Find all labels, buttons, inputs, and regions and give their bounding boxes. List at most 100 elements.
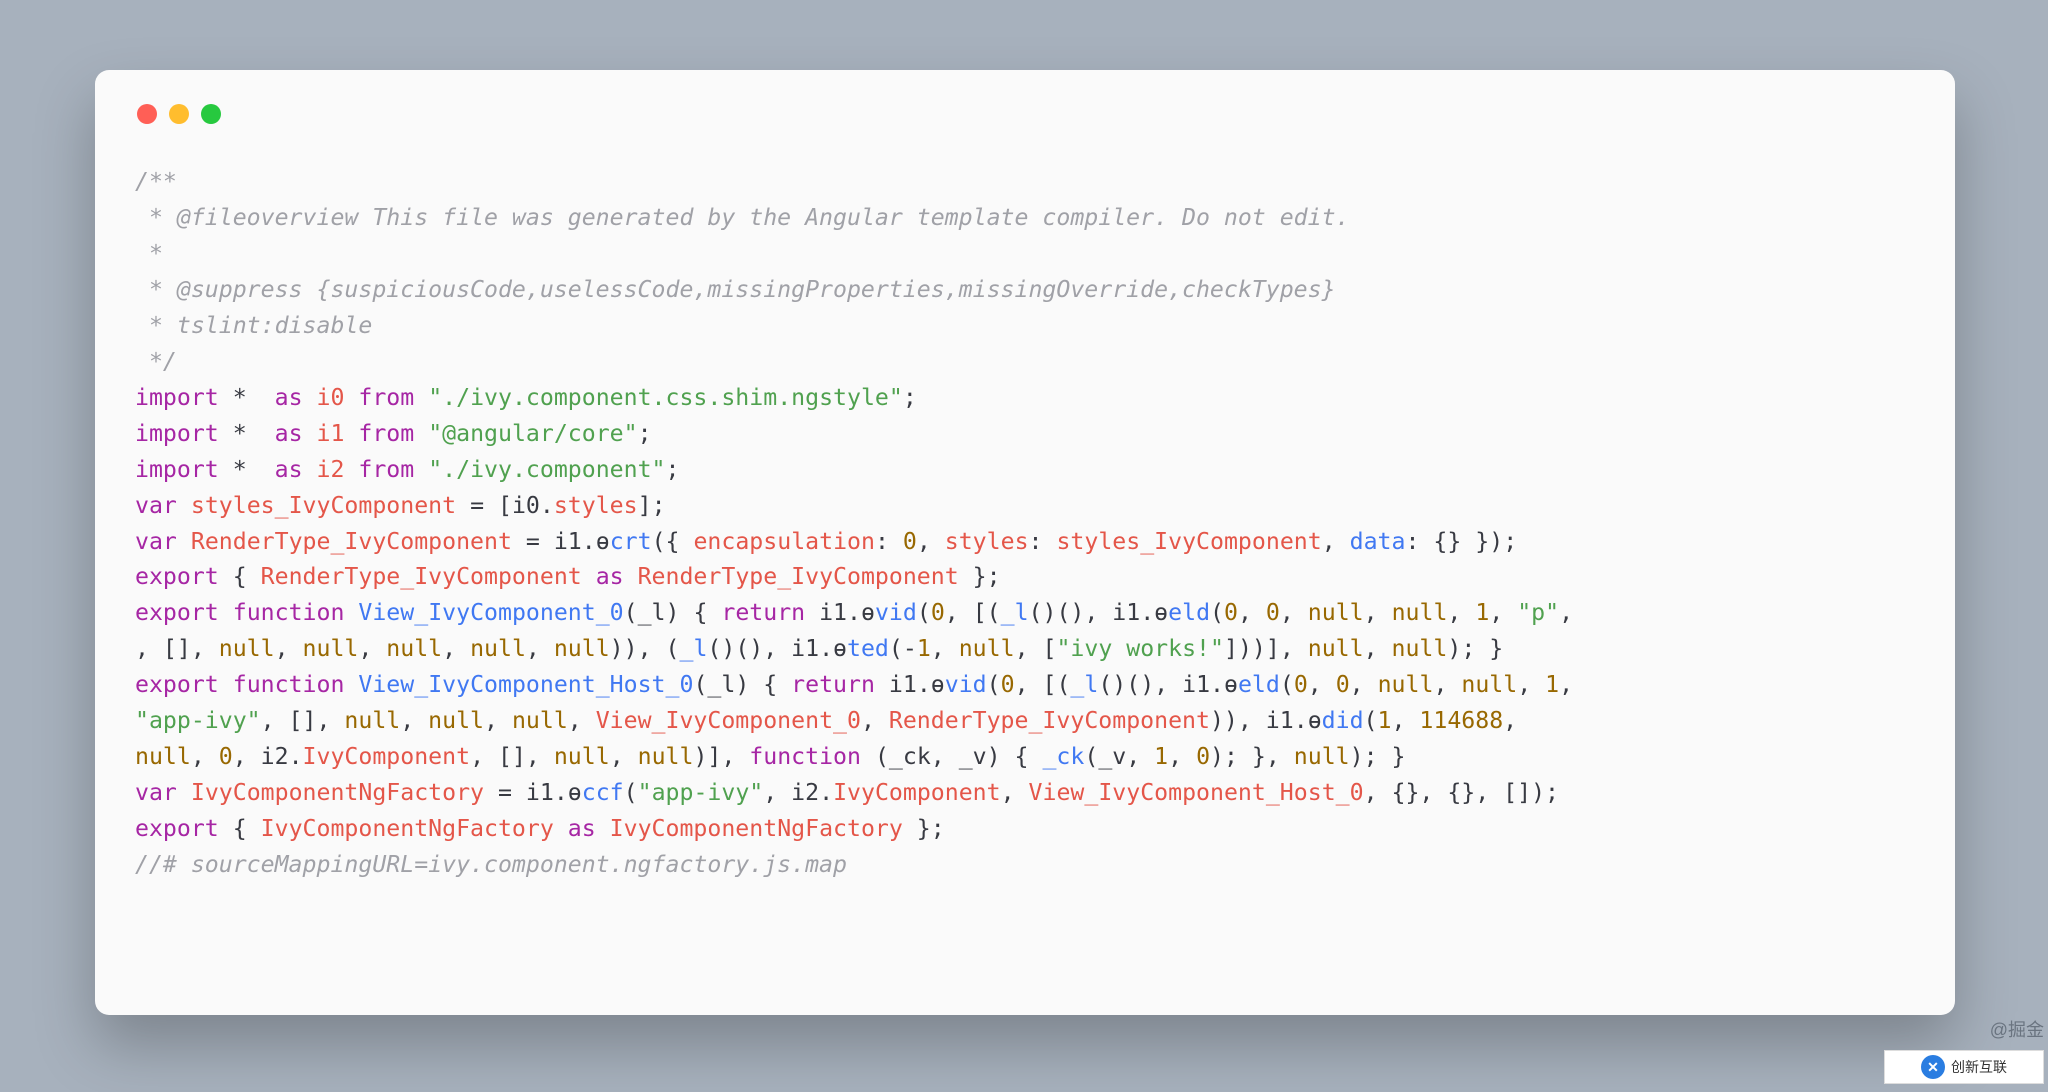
string: "@angular/core" bbox=[428, 420, 637, 447]
minimize-icon[interactable] bbox=[169, 104, 189, 124]
num: 0 bbox=[1196, 743, 1210, 770]
punc: , bbox=[191, 743, 219, 770]
punc: )), ( bbox=[610, 635, 680, 662]
null: null bbox=[1308, 635, 1364, 662]
null: null bbox=[554, 743, 610, 770]
ident: RenderType_IvyComponent bbox=[889, 707, 1210, 734]
punc: ]; bbox=[638, 492, 666, 519]
punc: )), i1.ɵ bbox=[1210, 707, 1322, 734]
punc: ); } bbox=[1447, 635, 1503, 662]
num: 1 bbox=[1154, 743, 1168, 770]
fn: vid bbox=[875, 599, 917, 626]
ident: IvyComponent bbox=[833, 779, 1001, 806]
kw-as: as bbox=[261, 456, 317, 483]
ident: View_IvyComponent_0 bbox=[596, 707, 861, 734]
punc: (_v, bbox=[1084, 743, 1154, 770]
punc: ( bbox=[987, 671, 1001, 698]
punc: , bbox=[442, 635, 470, 662]
star: * bbox=[219, 384, 261, 411]
punc: (_l) { bbox=[624, 599, 722, 626]
watermark-logo-text: 创新互联 bbox=[1951, 1057, 2007, 1077]
num: 0 bbox=[219, 743, 233, 770]
ident: IvyComponentNgFactory bbox=[261, 815, 554, 842]
star: * bbox=[219, 420, 261, 447]
punc: , bbox=[1503, 707, 1531, 734]
null: null bbox=[219, 635, 275, 662]
punc: , bbox=[1350, 671, 1378, 698]
semi: ; bbox=[638, 420, 652, 447]
prop: encapsulation bbox=[693, 528, 874, 555]
ident: RenderType_IvyComponent bbox=[191, 528, 512, 555]
fn: did bbox=[1322, 707, 1364, 734]
close-icon[interactable] bbox=[137, 104, 157, 124]
ident: RenderType_IvyComponent bbox=[261, 563, 582, 590]
punc: ()(), i1.ɵ bbox=[1029, 599, 1169, 626]
ident: styles_IvyComponent bbox=[1056, 528, 1321, 555]
ident: IvyComponentNgFactory bbox=[610, 815, 903, 842]
punc: , bbox=[931, 635, 959, 662]
ident: i1 bbox=[317, 420, 345, 447]
ident: i0 bbox=[317, 384, 345, 411]
num: 0 bbox=[1224, 599, 1238, 626]
punc: , bbox=[1391, 707, 1419, 734]
kw-export: export bbox=[135, 599, 219, 626]
punc: (- bbox=[889, 635, 917, 662]
kw-export: export bbox=[135, 671, 219, 698]
punc: ()(), i1.ɵ bbox=[1098, 671, 1238, 698]
code-window: /** * @fileoverview This file was genera… bbox=[95, 70, 1955, 1015]
kw-function: function bbox=[233, 599, 345, 626]
fn: _l bbox=[1070, 671, 1098, 698]
string: "app-ivy" bbox=[135, 707, 261, 734]
star: * bbox=[219, 456, 261, 483]
punc: , bbox=[1238, 599, 1266, 626]
null: null bbox=[1392, 635, 1448, 662]
kw-function: function bbox=[233, 671, 345, 698]
fn: crt bbox=[610, 528, 652, 555]
kw-var: var bbox=[135, 492, 177, 519]
punc: , bbox=[358, 635, 386, 662]
punc: , bbox=[1364, 599, 1392, 626]
null: null bbox=[1392, 599, 1448, 626]
punc: , [], bbox=[135, 635, 219, 662]
kw-export: export bbox=[135, 815, 219, 842]
punc: (_l) { bbox=[693, 671, 791, 698]
punc: = i1.ɵ bbox=[484, 779, 582, 806]
fn: ccf bbox=[582, 779, 624, 806]
string: "app-ivy" bbox=[638, 779, 764, 806]
kw-from: from bbox=[344, 384, 428, 411]
punc: , bbox=[917, 528, 945, 555]
null: null bbox=[554, 635, 610, 662]
num: 0 bbox=[931, 599, 945, 626]
punc: }; bbox=[959, 563, 1001, 590]
punc: ( bbox=[1364, 707, 1378, 734]
punc: (_ck, _v) { bbox=[861, 743, 1042, 770]
punc: : bbox=[875, 528, 903, 555]
punc: , [( bbox=[1015, 671, 1071, 698]
maximize-icon[interactable] bbox=[201, 104, 221, 124]
punc: , bbox=[526, 635, 554, 662]
comment-line: * @suppress {suspiciousCode,uselessCode,… bbox=[135, 276, 1336, 303]
comment-line: //# sourceMappingURL=ivy.component.ngfac… bbox=[135, 851, 847, 878]
punc: = i1.ɵ bbox=[512, 528, 610, 555]
comment-line: * bbox=[135, 240, 163, 267]
prop: data bbox=[1350, 528, 1406, 555]
ident: IvyComponent bbox=[303, 743, 471, 770]
num: 1 bbox=[917, 635, 931, 662]
num: 0 bbox=[903, 528, 917, 555]
punc: , bbox=[1447, 599, 1475, 626]
punc: ]))], bbox=[1224, 635, 1308, 662]
null: null bbox=[512, 707, 568, 734]
fn: eld bbox=[1238, 671, 1280, 698]
prop: styles bbox=[554, 492, 638, 519]
punc: , bbox=[1517, 671, 1545, 698]
comment-line: * tslint:disable bbox=[135, 312, 372, 339]
kw-as: as bbox=[554, 815, 610, 842]
punc: , bbox=[568, 707, 596, 734]
punc: , bbox=[1308, 671, 1336, 698]
punc: , bbox=[275, 635, 303, 662]
watermark-text: @掘金 bbox=[1990, 1016, 2044, 1042]
ident: i2 bbox=[317, 456, 345, 483]
null: null bbox=[638, 743, 694, 770]
num: 0 bbox=[1336, 671, 1350, 698]
ident: styles_IvyComponent bbox=[191, 492, 456, 519]
